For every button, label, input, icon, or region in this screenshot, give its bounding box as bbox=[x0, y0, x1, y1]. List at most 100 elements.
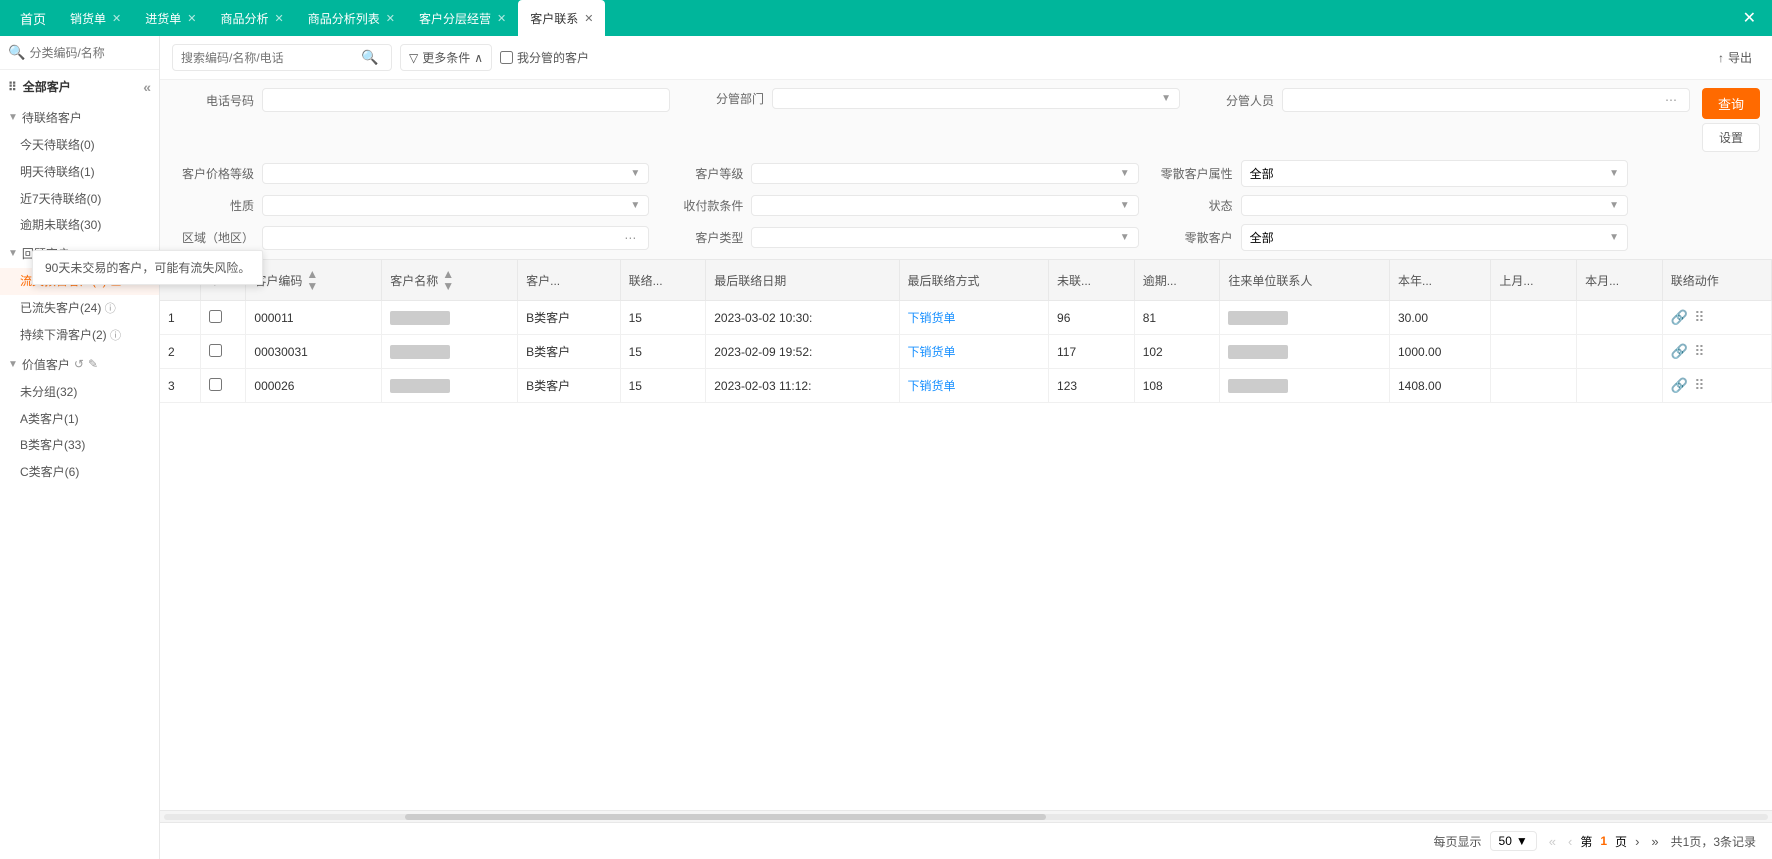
region-select[interactable]: ⋯ bbox=[262, 226, 649, 250]
action-link-icon[interactable]: 🔗 bbox=[1671, 343, 1688, 360]
close-analysis-list-tab[interactable]: ✕ bbox=[386, 12, 395, 25]
tab-customer-layer[interactable]: 客户分层经营 ✕ bbox=[407, 0, 518, 36]
cell-contact: 15 bbox=[620, 301, 706, 335]
close-customer-layer-tab[interactable]: ✕ bbox=[497, 12, 506, 25]
value-refresh-icon[interactable]: ↺ bbox=[74, 357, 84, 371]
last-page-btn[interactable]: » bbox=[1647, 832, 1662, 851]
collapse-icon[interactable]: « bbox=[143, 79, 151, 95]
region-dots-icon[interactable]: ⋯ bbox=[620, 231, 640, 245]
tab-home[interactable]: 首页 bbox=[8, 9, 58, 28]
more-conditions-btn[interactable]: ▽ 更多条件 ∧ bbox=[400, 44, 492, 71]
horizontal-scrollbar[interactable] bbox=[160, 810, 1772, 822]
department-select[interactable]: ▼ bbox=[772, 88, 1180, 109]
manager-label: 分管人员 bbox=[1192, 92, 1282, 109]
payment-select[interactable]: ▼ bbox=[751, 195, 1138, 216]
row-checkbox-1[interactable] bbox=[209, 344, 222, 357]
close-analysis-tab[interactable]: ✕ bbox=[275, 12, 284, 25]
th-contact: 联络... bbox=[620, 260, 706, 301]
tab-customer-contact[interactable]: 客户联系 ✕ bbox=[518, 0, 605, 36]
sidebar-item-b-class[interactable]: B类客户(33) bbox=[0, 432, 159, 459]
cell-company-contact bbox=[1220, 369, 1390, 403]
phone-field: 电话号码 bbox=[172, 88, 670, 112]
customer-type-select[interactable]: ▼ bbox=[751, 227, 1138, 248]
contact-method-link[interactable]: 下销货单 bbox=[908, 345, 956, 359]
cell-this-month bbox=[1577, 301, 1663, 335]
manager-select[interactable]: ⋯ bbox=[1282, 88, 1690, 112]
th-customer-name[interactable]: 客户名称 ▲▼ bbox=[382, 260, 518, 301]
pending-contact-section[interactable]: ▼ 待联络客户 bbox=[0, 103, 159, 132]
tab-analysis-list[interactable]: 商品分析列表 ✕ bbox=[296, 0, 407, 36]
action-more-icon[interactable]: ⠿ bbox=[1694, 309, 1704, 326]
th-company-contact: 往来单位联系人 bbox=[1220, 260, 1390, 301]
sidebar-item-a-class[interactable]: A类客户(1) bbox=[0, 406, 159, 433]
search-input[interactable] bbox=[181, 51, 361, 65]
retail-select[interactable]: 全部 ▼ bbox=[1241, 224, 1628, 251]
sidebar-item-overdue-pending[interactable]: 逾期未联络(30) bbox=[0, 212, 159, 239]
window-close-button[interactable]: ✕ bbox=[1735, 8, 1764, 28]
th-last-month: 上月... bbox=[1491, 260, 1577, 301]
per-page-select[interactable]: 50 ▼ bbox=[1490, 831, 1537, 851]
value-edit-icon[interactable]: ✎ bbox=[88, 357, 98, 371]
contact-method-link[interactable]: 下销货单 bbox=[908, 311, 956, 325]
cell-this-year: 1408.00 bbox=[1390, 369, 1491, 403]
action-more-icon[interactable]: ⠿ bbox=[1694, 343, 1704, 360]
cell-overdue: 81 bbox=[1134, 301, 1220, 335]
close-customer-contact-tab[interactable]: ✕ bbox=[584, 12, 593, 25]
my-customers-checkbox-label[interactable]: 我分管的客户 bbox=[500, 49, 589, 66]
search-submit-icon[interactable]: 🔍 bbox=[361, 49, 378, 66]
sidebar-item-today-pending[interactable]: 今天待联络(0) bbox=[0, 132, 159, 159]
action-link-icon[interactable]: 🔗 bbox=[1671, 377, 1688, 394]
close-purchase-tab[interactable]: ✕ bbox=[187, 12, 196, 25]
price-level-label: 客户价格等级 bbox=[172, 165, 262, 182]
all-customers-header[interactable]: ⠿ 全部客户 « bbox=[0, 70, 159, 103]
status-select[interactable]: ▼ bbox=[1241, 195, 1628, 216]
row-checkbox-2[interactable] bbox=[209, 378, 222, 391]
row-checkbox-0[interactable] bbox=[209, 310, 222, 323]
price-level-select[interactable]: ▼ bbox=[262, 163, 649, 184]
nature-label: 性质 bbox=[172, 197, 262, 214]
cell-type: B类客户 bbox=[518, 335, 620, 369]
prev-page-btn[interactable]: ‹ bbox=[1564, 832, 1576, 851]
department-field: 分管部门 ▼ bbox=[682, 88, 1180, 109]
phone-input[interactable] bbox=[262, 88, 670, 112]
setting-button[interactable]: 设置 bbox=[1702, 123, 1760, 152]
manager-dots-icon[interactable]: ⋯ bbox=[1661, 93, 1681, 107]
declining-info-icon: ⓘ bbox=[110, 330, 121, 342]
cell-code: 00030031 bbox=[246, 335, 382, 369]
contact-method-link[interactable]: 下销货单 bbox=[908, 379, 956, 393]
first-page-btn[interactable]: « bbox=[1545, 832, 1560, 851]
customer-level-select[interactable]: ▼ bbox=[751, 163, 1138, 184]
sidebar-item-7days-pending[interactable]: 近7天待联络(0) bbox=[0, 186, 159, 213]
sidebar-item-ungroup[interactable]: 未分组(32) bbox=[0, 379, 159, 406]
tab-analysis[interactable]: 商品分析 ✕ bbox=[208, 0, 295, 36]
close-sales-tab[interactable]: ✕ bbox=[112, 12, 121, 25]
customer-name-blurred bbox=[390, 345, 450, 359]
sidebar-item-tomorrow-pending[interactable]: 明天待联络(1) bbox=[0, 159, 159, 186]
pending-arrow-icon: ▼ bbox=[8, 112, 18, 123]
nature-select[interactable]: ▼ bbox=[262, 195, 649, 216]
sidebar-item-declining[interactable]: 持续下滑客户(2) ⓘ bbox=[0, 322, 159, 349]
customer-name-blurred bbox=[390, 311, 450, 325]
tab-purchase[interactable]: 进货单 ✕ bbox=[133, 0, 208, 36]
th-customer-code[interactable]: 客户编码 ▲▼ bbox=[246, 260, 382, 301]
query-button[interactable]: 查询 bbox=[1702, 88, 1760, 119]
my-customers-checkbox[interactable] bbox=[500, 51, 513, 64]
cell-name bbox=[382, 301, 518, 335]
sidebar-search-input[interactable] bbox=[29, 46, 160, 60]
per-page-chevron-icon: ▼ bbox=[1516, 834, 1528, 848]
scrollbar-thumb[interactable] bbox=[405, 814, 1047, 820]
action-link-icon[interactable]: 🔗 bbox=[1671, 309, 1688, 326]
retail-field: 零散客户 全部 ▼ bbox=[1151, 224, 1628, 251]
retail-attr-select[interactable]: 全部 ▼ bbox=[1241, 160, 1628, 187]
page-unit-label: 页 bbox=[1615, 833, 1627, 850]
next-page-btn[interactable]: › bbox=[1631, 832, 1643, 851]
sidebar-item-c-class[interactable]: C类客户(6) bbox=[0, 459, 159, 486]
retail-attr-label: 零散客户属性 bbox=[1151, 165, 1241, 182]
value-section[interactable]: ▼ 价值客户 ↺ ✎ bbox=[0, 350, 159, 379]
export-button[interactable]: ↑ 导出 bbox=[1710, 45, 1760, 70]
table-header-row: # ⚙ 客户编码 ▲▼ 客 bbox=[160, 260, 1772, 301]
tab-sales[interactable]: 销货单 ✕ bbox=[58, 0, 133, 36]
action-more-icon[interactable]: ⠿ bbox=[1694, 377, 1704, 394]
th-this-month: 本月... bbox=[1577, 260, 1663, 301]
sidebar-item-already-lost[interactable]: 已流失客户(24) ⓘ bbox=[0, 295, 159, 322]
